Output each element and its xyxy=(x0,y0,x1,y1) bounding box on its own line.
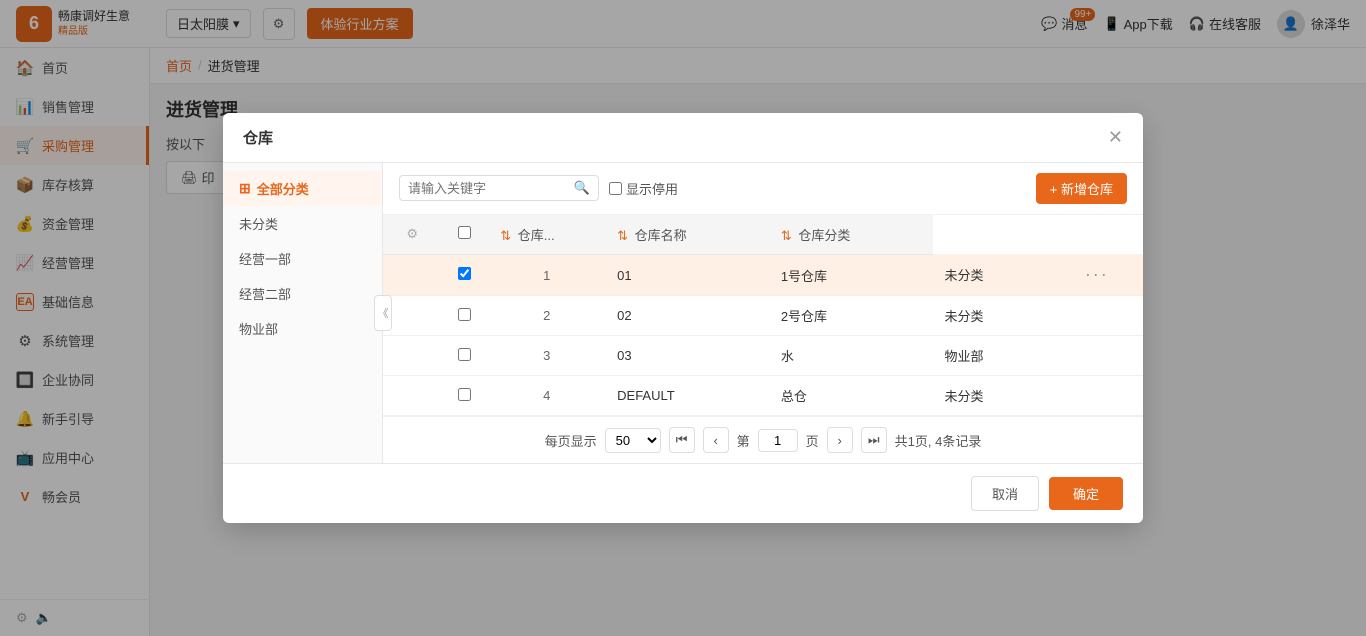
category-ops2[interactable]: 经营二部 xyxy=(223,276,382,311)
col-name-header: ⇅ 仓库名称 xyxy=(605,215,769,255)
row-code: 03 xyxy=(605,336,769,376)
show-disabled-label[interactable]: 显示停用 xyxy=(609,179,678,198)
col-code-header: ⇅ 仓库... xyxy=(488,215,605,255)
col-gear-header: ⚙ xyxy=(383,215,441,255)
row-name: 总仓 xyxy=(769,376,933,416)
row-code: 02 xyxy=(605,296,769,336)
row-name: 水 xyxy=(769,336,933,376)
prev-page-btn[interactable]: ‹ xyxy=(703,427,729,453)
pagination-bar: 每页显示 50 20 100 ⏮ ‹ 第 页 › ⏭ 共1页, 4条记录 xyxy=(383,416,1143,463)
dialog-title: 仓库 xyxy=(243,127,273,148)
next-page-btn[interactable]: › xyxy=(827,427,853,453)
row-check[interactable] xyxy=(441,376,488,416)
sort-cat-icon: ⇅ xyxy=(781,228,792,243)
row-gear xyxy=(383,376,441,416)
row-cat: 物业部 xyxy=(933,336,1073,376)
row-action[interactable]: ··· xyxy=(1073,254,1143,296)
row-num: 1 xyxy=(488,254,605,296)
table-row[interactable]: 3 03 水 物业部 xyxy=(383,336,1143,376)
row-cat: 未分类 xyxy=(933,296,1073,336)
row-code: 01 xyxy=(605,254,769,296)
search-icon: 🔍 xyxy=(574,180,590,196)
table-row[interactable]: 2 02 2号仓库 未分类 xyxy=(383,296,1143,336)
table-row[interactable]: 1 01 1号仓库 未分类 ··· xyxy=(383,254,1143,296)
dialog-toolbar: 🔍 显示停用 + 新增仓库 xyxy=(383,163,1143,215)
sort-code-icon: ⇅ xyxy=(500,228,511,243)
row-action xyxy=(1073,296,1143,336)
table-row[interactable]: 4 DEFAULT 总仓 未分类 xyxy=(383,376,1143,416)
category-ops1[interactable]: 经营一部 xyxy=(223,241,382,276)
gear-col-icon[interactable]: ⚙ xyxy=(406,226,418,241)
more-icon[interactable]: ··· xyxy=(1085,264,1109,284)
last-page-btn[interactable]: ⏭ xyxy=(861,427,887,453)
dialog-sidebar: ⊞ 全部分类 未分类 经营一部 经营二部 物业部 《 xyxy=(223,163,383,464)
row-num: 3 xyxy=(488,336,605,376)
row-checkbox[interactable] xyxy=(458,267,471,280)
category-property[interactable]: 物业部 xyxy=(223,311,382,346)
grid-icon: ⊞ xyxy=(239,180,251,197)
row-action xyxy=(1073,376,1143,416)
row-name: 2号仓库 xyxy=(769,296,933,336)
cancel-button[interactable]: 取消 xyxy=(971,476,1039,511)
search-input[interactable] xyxy=(408,181,568,196)
sort-name-icon: ⇅ xyxy=(617,228,628,243)
table-wrap: ⚙ ⇅ 仓库... ⇅ xyxy=(383,215,1143,417)
dialog-body: ⊞ 全部分类 未分类 经营一部 经营二部 物业部 《 xyxy=(223,163,1143,464)
select-all-checkbox[interactable] xyxy=(458,226,471,239)
row-action xyxy=(1073,336,1143,376)
category-unclassified[interactable]: 未分类 xyxy=(223,206,382,241)
show-disabled-checkbox[interactable] xyxy=(609,182,622,195)
page-size-select[interactable]: 50 20 100 xyxy=(605,428,661,453)
dialog-footer: 取消 确定 xyxy=(223,463,1143,523)
row-checkbox[interactable] xyxy=(458,348,471,361)
warehouse-dialog: 仓库 ✕ ⊞ 全部分类 未分类 经营一部 经营二部 xyxy=(223,113,1143,524)
row-check[interactable] xyxy=(441,254,488,296)
col-check-header xyxy=(441,215,488,255)
first-page-btn[interactable]: ⏮ xyxy=(669,427,695,453)
row-num: 4 xyxy=(488,376,605,416)
warehouse-table: ⚙ ⇅ 仓库... ⇅ xyxy=(383,215,1143,417)
row-gear xyxy=(383,254,441,296)
dialog-header: 仓库 ✕ xyxy=(223,113,1143,163)
row-check[interactable] xyxy=(441,296,488,336)
row-num: 2 xyxy=(488,296,605,336)
confirm-button[interactable]: 确定 xyxy=(1049,477,1123,510)
row-code: DEFAULT xyxy=(605,376,769,416)
row-cat: 未分类 xyxy=(933,376,1073,416)
row-gear xyxy=(383,336,441,376)
add-warehouse-button[interactable]: + 新增仓库 xyxy=(1036,173,1127,204)
row-checkbox[interactable] xyxy=(458,388,471,401)
modal-overlay: 仓库 ✕ ⊞ 全部分类 未分类 经营一部 经营二部 xyxy=(0,0,1366,636)
close-icon[interactable]: ✕ xyxy=(1108,128,1123,146)
sidebar-toggle[interactable]: 《 xyxy=(374,295,392,331)
page-num-input[interactable] xyxy=(758,429,798,452)
search-wrap: 🔍 xyxy=(399,175,599,201)
dialog-main: 🔍 显示停用 + 新增仓库 ⚙ xyxy=(383,163,1143,464)
col-cat-header: ⇅ 仓库分类 xyxy=(769,215,933,255)
row-name: 1号仓库 xyxy=(769,254,933,296)
row-checkbox[interactable] xyxy=(458,308,471,321)
category-all[interactable]: ⊞ 全部分类 xyxy=(223,171,382,206)
row-check[interactable] xyxy=(441,336,488,376)
row-cat: 未分类 xyxy=(933,254,1073,296)
